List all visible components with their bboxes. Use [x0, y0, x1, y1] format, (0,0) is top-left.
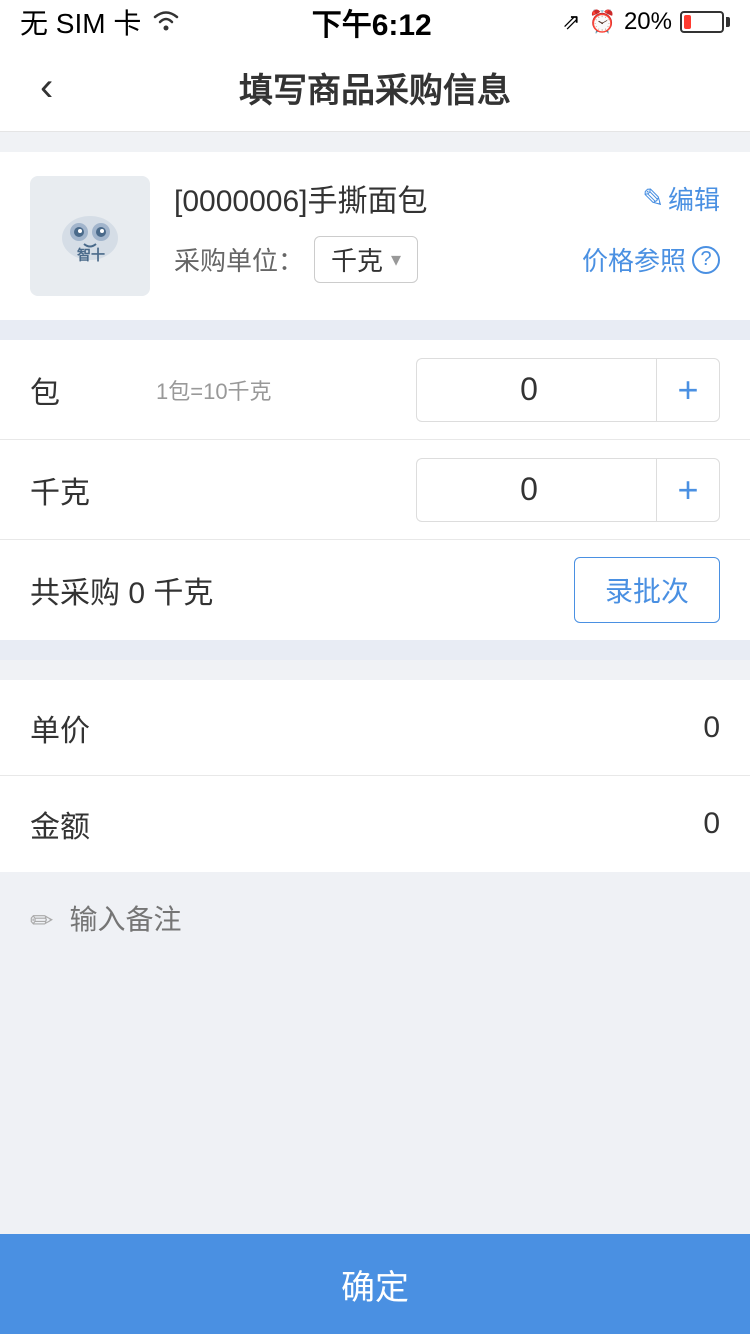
status-time: 下午6:12 [312, 0, 432, 44]
unit-price-value: 0 [703, 711, 720, 745]
wifi-icon [151, 6, 181, 38]
content-area [0, 968, 750, 1268]
summary-row: 共采购 0 千克 录批次 [0, 540, 750, 640]
product-name-row: [0000006]手撕面包 ✎ 编辑 [174, 176, 720, 220]
status-left: 无 SIM 卡 [20, 2, 181, 42]
bag-sublabel: 1包=10千克 [156, 374, 272, 406]
location-icon: ⇗ [562, 9, 580, 35]
product-image: 智十 [30, 176, 150, 296]
pencil-icon: ✏ [30, 904, 53, 937]
remark-section: ✏ [0, 872, 750, 968]
unit-price-label: 单价 [30, 706, 90, 750]
product-name: [0000006]手撕面包 [174, 176, 427, 220]
edit-icon: ✎ [642, 183, 664, 214]
bag-plus-button[interactable]: + [656, 358, 720, 422]
remark-input[interactable] [69, 904, 720, 936]
plus-icon-bag: + [677, 369, 698, 411]
confirm-button[interactable]: 确定 [0, 1234, 750, 1334]
battery-percent: 20% [624, 8, 672, 36]
summary-text: 共采购 0 千克 [30, 568, 213, 612]
edit-label: 编辑 [668, 180, 720, 217]
unit-price-row: 单价 0 [0, 680, 750, 776]
plus-icon-kg: + [677, 469, 698, 511]
page-title: 填写商品采购信息 [239, 63, 511, 112]
product-logo: 智十 [50, 196, 130, 276]
alarm-icon: ⏰ [589, 9, 616, 35]
section-divider-2 [0, 640, 750, 660]
edit-button[interactable]: ✎ 编辑 [642, 180, 720, 217]
amount-row: 金额 0 [0, 776, 750, 872]
purchase-unit-label: 采购单位： [174, 241, 304, 278]
kg-quantity-input[interactable] [416, 458, 656, 522]
product-card: 智十 [0000006]手撕面包 ✎ 编辑 采购单位： 千克 ▾ 价格参照 ? [0, 152, 750, 320]
kg-label: 千克 [30, 468, 150, 512]
price-ref-icon: ? [692, 246, 720, 274]
nav-bar: ‹ 填写商品采购信息 [0, 44, 750, 132]
amount-value: 0 [703, 807, 720, 841]
kg-input-controls: + [416, 458, 720, 522]
bag-quantity-input[interactable] [416, 358, 656, 422]
kg-plus-button[interactable]: + [656, 458, 720, 522]
status-bar: 无 SIM 卡 下午6:12 ⇗ ⏰ 20% [0, 0, 750, 44]
bag-input-row: 包 1包=10千克 + [0, 340, 750, 440]
carrier-text: 无 SIM 卡 [20, 2, 141, 42]
record-batch-button[interactable]: 录批次 [574, 557, 720, 623]
price-ref-button[interactable]: 价格参照 ? [582, 241, 720, 278]
product-info: [0000006]手撕面包 ✎ 编辑 采购单位： 千克 ▾ 价格参照 ? [174, 176, 720, 283]
record-batch-label: 录批次 [605, 576, 689, 607]
dropdown-arrow-icon: ▾ [391, 247, 401, 272]
purchase-unit-row: 采购单位： 千克 ▾ 价格参照 ? [174, 236, 720, 283]
confirm-label: 确定 [341, 1260, 409, 1309]
svg-text:智十: 智十 [76, 247, 105, 263]
bag-input-controls: + [416, 358, 720, 422]
quantity-section: 包 1包=10千克 + 千克 + 共采购 0 千克 录批次 [0, 340, 750, 640]
unit-dropdown[interactable]: 千克 ▾ [314, 236, 418, 283]
amount-label: 金额 [30, 802, 90, 846]
back-button[interactable]: ‹ [30, 55, 63, 120]
section-divider-1 [0, 320, 750, 340]
price-ref-label: 价格参照 [582, 241, 686, 278]
kg-input-row: 千克 + [0, 440, 750, 540]
price-section: 单价 0 金额 0 [0, 680, 750, 872]
bag-label: 包 [30, 368, 150, 412]
unit-value: 千克 [331, 241, 383, 278]
battery-icon [680, 11, 730, 33]
status-right: ⇗ ⏰ 20% [562, 8, 730, 36]
